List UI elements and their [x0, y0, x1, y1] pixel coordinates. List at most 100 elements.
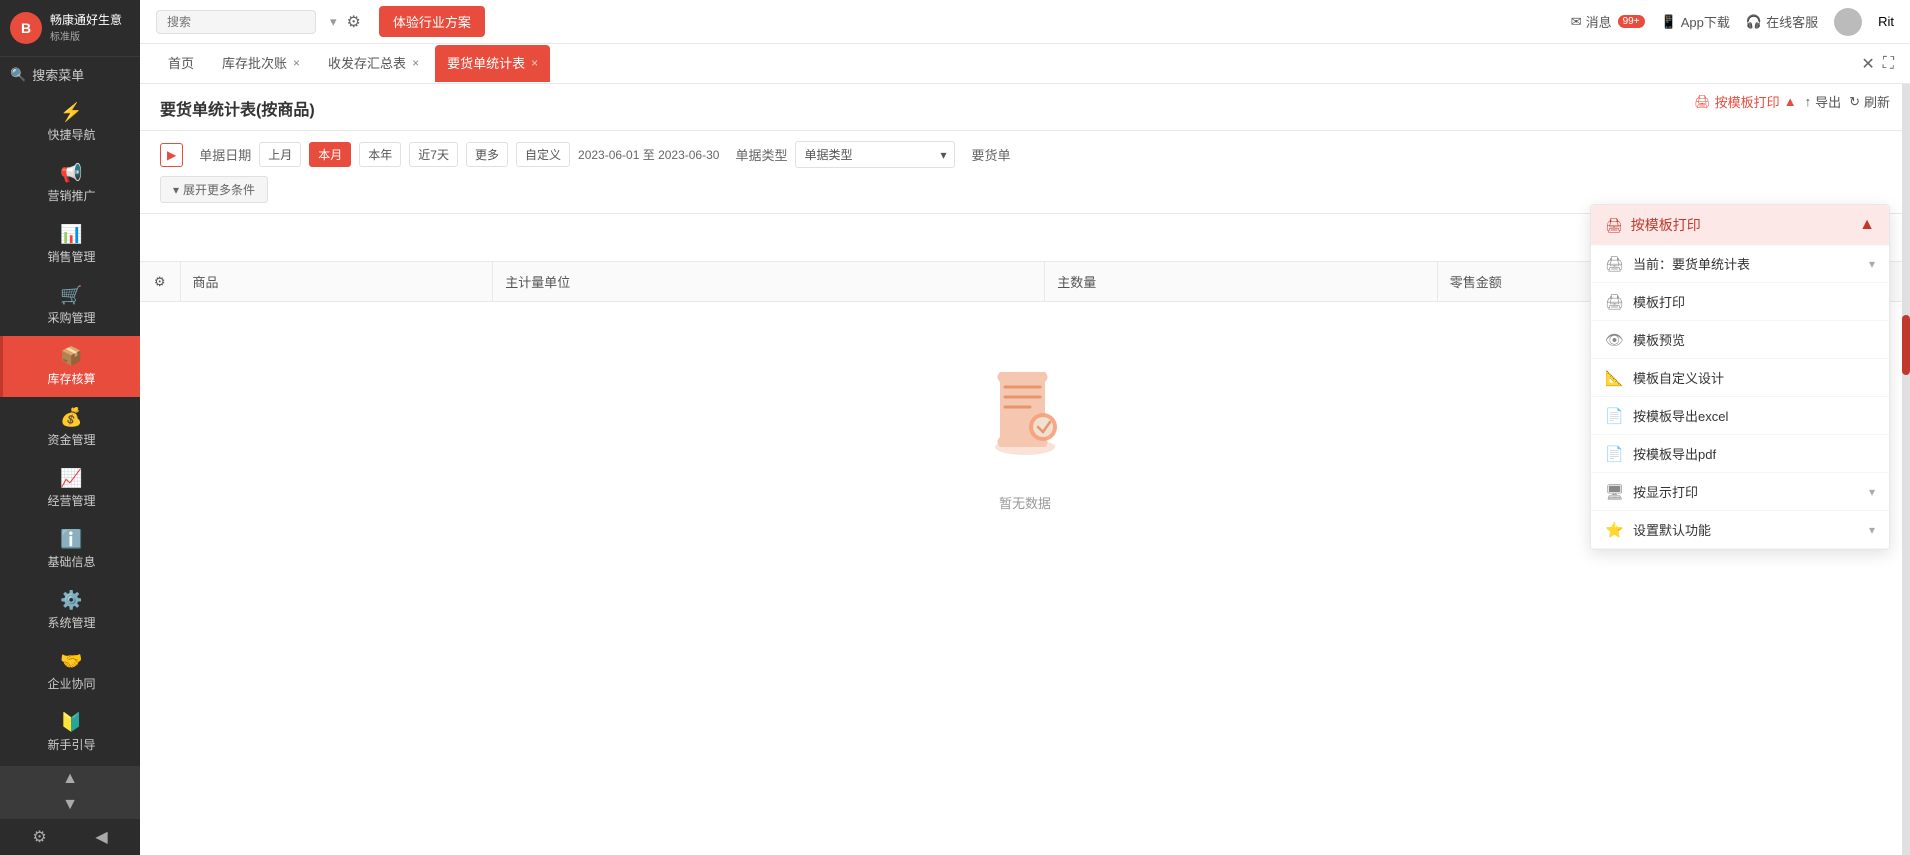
date-btn-current-month[interactable]: 本月: [309, 142, 351, 167]
print-template-btn[interactable]: 🖨 按模板打印 ▲: [1694, 92, 1796, 111]
sidebar-item-system[interactable]: ⚙️ 系统管理: [0, 580, 140, 641]
operations-icon: 📈: [60, 468, 82, 489]
marketing-icon: 📢: [60, 163, 82, 184]
template-pdf-icon: 📄: [1605, 445, 1623, 463]
sidebar-item-label: 经营管理: [47, 492, 95, 509]
sidebar-item-collab[interactable]: 🤝 企业协同: [0, 641, 140, 702]
sidebar-item-label: 新手引导: [47, 736, 95, 753]
sidebar-collapse-icon[interactable]: ◀: [95, 827, 107, 847]
set-default-left: ⭐ 设置默认功能: [1605, 520, 1711, 539]
order-num-label: 要货单: [971, 145, 1010, 164]
topbar-search-input[interactable]: [156, 10, 316, 34]
avatar[interactable]: [1834, 8, 1862, 36]
refresh-btn[interactable]: ↻ 刷新: [1849, 92, 1890, 111]
sidebar-item-sales[interactable]: 📊 销售管理: [0, 214, 140, 275]
topbar-chevron-icon[interactable]: ▾: [330, 14, 337, 30]
tab-close-all-btn[interactable]: ✕: [1861, 54, 1874, 74]
dropdown-item-template-excel[interactable]: 📄 按模板导出excel: [1591, 397, 1889, 435]
display-print-left: 🖥 按显示打印: [1605, 482, 1698, 501]
filter-row-2: ▾ 展开更多条件: [160, 176, 1890, 203]
sidebar-item-purchase[interactable]: 🛒 采购管理: [0, 275, 140, 336]
app-edition: 标准版: [50, 28, 122, 43]
sidebar-item-label: 基础信息: [47, 553, 95, 570]
empty-state-icon: [975, 362, 1075, 481]
sidebar-scroll-up[interactable]: ▲: [0, 766, 140, 792]
dropdown-display-print[interactable]: 🖥 按显示打印 ▾: [1591, 473, 1889, 511]
date-btn-more[interactable]: 更多: [466, 142, 508, 167]
tab-inventory-batch[interactable]: 库存批次账 ×: [210, 45, 312, 82]
search-icon: 🔍: [10, 67, 26, 83]
page-header: 要货单统计表(按商品): [140, 84, 1910, 131]
dropdown-item-template-design[interactable]: 📐 模板自定义设计: [1591, 359, 1889, 397]
template-print-label: 模板打印: [1633, 292, 1685, 311]
search-menu-item[interactable]: 🔍 搜索菜单: [0, 57, 140, 92]
right-scrollbar[interactable]: [1902, 84, 1910, 855]
topbar: ▾ ⚙ 体验行业方案 ✉ 消息 99+ 📱 App下载 🎧 在线客服 Rit: [140, 0, 1910, 44]
sidebar-nav: ⚡ 快捷导航 📢 营销推广 📊 销售管理 🛒 采购管理 📦 库存核算 💰 资金管…: [0, 92, 140, 766]
basic-icon: ℹ️: [60, 529, 82, 550]
sidebar-item-quick-nav[interactable]: ⚡ 快捷导航: [0, 92, 140, 153]
template-preview-label: 模板预览: [1633, 330, 1685, 349]
order-type-label: 单据类型: [735, 145, 787, 164]
dropdown-current-left: 🖨 当前：要货单统计表: [1605, 254, 1750, 273]
sidebar-scroll-down[interactable]: ▼: [0, 792, 140, 818]
tab-home[interactable]: 首页: [156, 45, 206, 82]
empty-state-text: 暂无数据: [999, 493, 1051, 512]
filter-expand-icon-btn[interactable]: ▶: [160, 143, 183, 167]
message-item[interactable]: ✉ 消息 99+: [1571, 12, 1645, 31]
tab-home-label: 首页: [168, 53, 194, 72]
app-name: 畅康通好生意: [50, 13, 122, 29]
template-design-label: 模板自定义设计: [1633, 368, 1724, 387]
sidebar-item-inventory[interactable]: 📦 库存核算: [0, 336, 140, 397]
page-title: 要货单统计表(按商品): [160, 96, 1890, 120]
sidebar-item-marketing[interactable]: 📢 营销推广: [0, 153, 140, 214]
tab-receipt-summary-close[interactable]: ×: [412, 56, 419, 70]
dropdown-item-template-preview[interactable]: 👁 模板预览: [1591, 321, 1889, 359]
order-type-select[interactable]: 单据类型 ▾: [795, 141, 955, 168]
dropdown-set-default[interactable]: ⭐ 设置默认功能 ▾: [1591, 511, 1889, 549]
logo-text-block: 畅康通好生意 标准版: [50, 13, 122, 44]
expand-down-icon: ▾: [173, 183, 179, 197]
sales-icon: 📊: [60, 224, 82, 245]
topbar-gear-icon[interactable]: ⚙: [347, 12, 361, 32]
sidebar-item-operations[interactable]: 📈 经营管理: [0, 458, 140, 519]
sidebar-item-label: 资金管理: [47, 431, 95, 448]
sidebar-item-finance[interactable]: 💰 资金管理: [0, 397, 140, 458]
current-label: 当前：要货单统计表: [1633, 254, 1750, 273]
date-btn-current-year[interactable]: 本年: [359, 142, 401, 167]
dropdown-current-item[interactable]: 🖨 当前：要货单统计表 ▾: [1591, 245, 1889, 283]
tab-receipt-summary[interactable]: 收发存汇总表 ×: [316, 45, 431, 82]
sidebar-item-label: 库存核算: [47, 370, 95, 387]
app-download-item[interactable]: 📱 App下载: [1661, 12, 1730, 31]
tab-order-stats[interactable]: 要货单统计表 ×: [435, 45, 550, 82]
template-preview-icon: 👁: [1605, 331, 1623, 349]
sidebar-item-label: 销售管理: [47, 248, 95, 265]
col-settings-header[interactable]: ⚙: [140, 262, 180, 302]
sidebar-item-guide[interactable]: 🔰 新手引导: [0, 702, 140, 763]
sidebar-settings-icon[interactable]: ⚙: [32, 827, 46, 847]
export-btn[interactable]: ↑ 导出: [1805, 92, 1842, 111]
trial-button[interactable]: 体验行业方案: [379, 6, 485, 37]
date-btn-prev-month[interactable]: 上月: [259, 142, 301, 167]
inventory-icon: 📦: [60, 346, 82, 367]
tab-order-stats-close[interactable]: ×: [531, 56, 538, 70]
app-download-icon: 📱: [1661, 14, 1677, 30]
filter-bar: ▶ 单据日期 上月 本月 本年 近7天 更多 自定义 2023-06-01 至 …: [140, 131, 1910, 214]
filter-row-1: ▶ 单据日期 上月 本月 本年 近7天 更多 自定义 2023-06-01 至 …: [160, 141, 1890, 168]
date-btn-last7days[interactable]: 近7天: [409, 142, 458, 167]
tab-expand-area: ✕ ⛶: [1861, 54, 1894, 74]
topbar-right: ✉ 消息 99+ 📱 App下载 🎧 在线客服 Rit: [1571, 8, 1894, 36]
tab-fullscreen-btn[interactable]: ⛶: [1883, 55, 1894, 73]
dropdown-item-template-pdf[interactable]: 📄 按模板导出pdf: [1591, 435, 1889, 473]
template-print-icon: 🖨: [1605, 293, 1623, 311]
print-dropdown: 🖨 按模板打印 ▲ 🖨 当前：要货单统计表 ▾ 🖨 模板打印 👁 模板预览: [1590, 204, 1890, 550]
date-btn-custom[interactable]: 自定义: [516, 142, 570, 167]
dropdown-close-btn[interactable]: ▲: [1859, 216, 1875, 234]
expand-more-conditions-btn[interactable]: ▾ 展开更多条件: [160, 176, 268, 203]
online-service-item[interactable]: 🎧 在线客服: [1746, 12, 1818, 31]
dropdown-item-template-print[interactable]: 🖨 模板打印: [1591, 283, 1889, 321]
sidebar-item-basic[interactable]: ℹ️ 基础信息: [0, 519, 140, 580]
order-type-chevron-icon: ▾: [940, 148, 946, 162]
tab-inventory-batch-close[interactable]: ×: [293, 56, 300, 70]
system-icon: ⚙️: [60, 590, 82, 611]
